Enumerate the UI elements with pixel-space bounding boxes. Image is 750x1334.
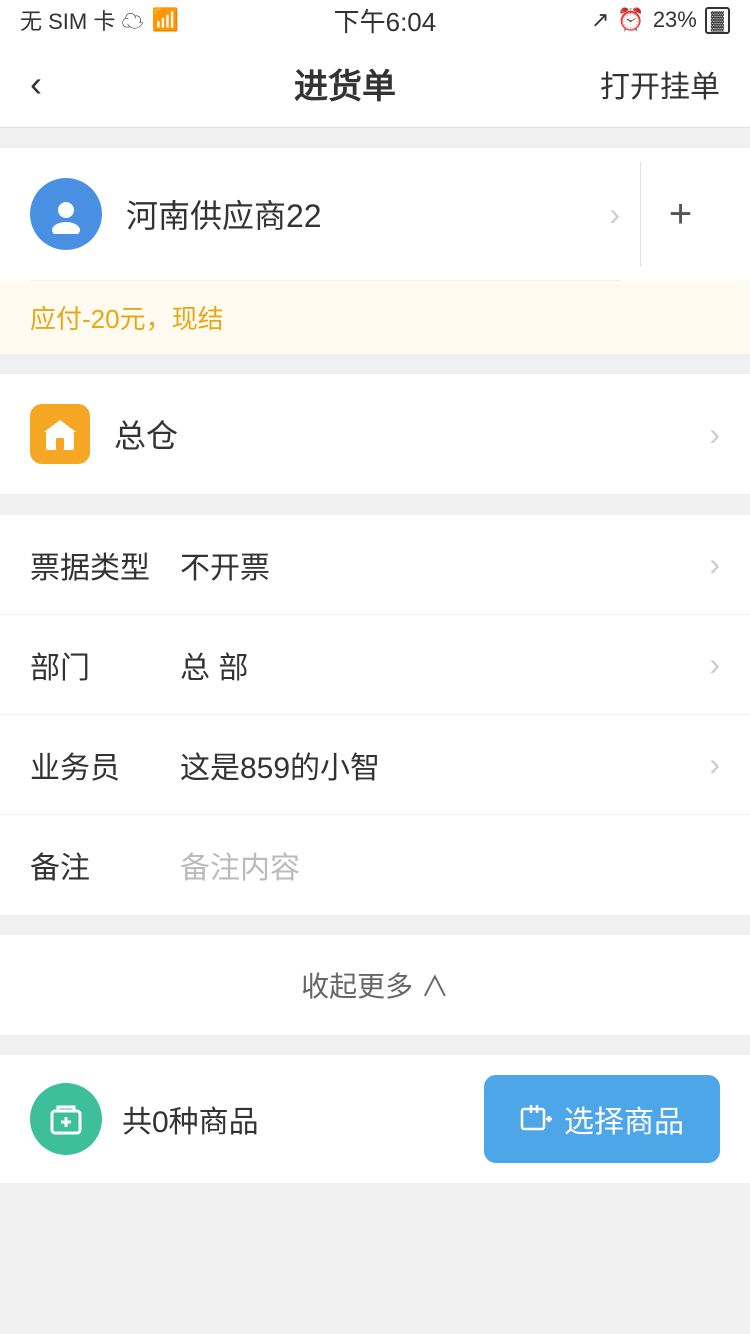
supplier-name: 河南供应商22 [126,191,599,237]
product-count: 共0种商品 [122,1097,464,1141]
remark-label: 备注 [30,843,170,887]
select-product-label: 选择商品 [564,1097,684,1141]
status-right: ↗ ⏰ 23% ▓ [591,7,730,34]
battery-icon: ▓ [705,7,730,34]
warehouse-name: 总仓 [114,411,699,457]
warehouse-chevron-icon: › [709,416,720,453]
warehouse-row: 总仓 › [30,374,720,494]
select-product-button[interactable]: 选择商品 [484,1075,720,1163]
status-bar: 无 SIM 卡 ☁ 📶 下午6:04 ↗ ⏰ 23% ▓ [0,0,750,40]
add-supplier-button[interactable]: + [640,162,720,267]
nav-bar: ‹ 进货单 打开挂单 [0,40,750,128]
supplier-section: 河南供应商22 › + [0,148,750,281]
department-chevron-icon: › [709,646,720,683]
back-button[interactable]: ‹ [30,63,90,105]
department-row[interactable]: 部门 总 部 › [0,615,750,715]
salesperson-chevron-icon: › [709,746,720,783]
salesperson-row[interactable]: 业务员 这是859的小智 › [0,715,750,815]
open-pending-button[interactable]: 打开挂单 [600,62,720,106]
location-icon: ↗ [591,7,609,33]
sim-text: 无 SIM 卡 ☁ [20,4,143,36]
product-icon-wrap [30,1083,102,1155]
alarm-icon: ⏰ [617,7,644,33]
salesperson-label: 业务员 [30,743,170,787]
section-gap-1 [0,128,750,148]
ticket-type-label: 票据类型 [30,543,170,587]
page-title: 进货单 [294,59,396,108]
bottom-bar: 共0种商品 选择商品 [0,1055,750,1183]
department-value: 总 部 [170,643,699,687]
status-left: 无 SIM 卡 ☁ 📶 [20,4,179,36]
ticket-type-value: 不开票 [170,543,699,587]
collapse-text: 收起更多 ∧ [301,965,449,1005]
remark-input[interactable]: 备注内容 [170,843,720,887]
ticket-type-row[interactable]: 票据类型 不开票 › [0,515,750,615]
warehouse-section[interactable]: 总仓 › [0,374,750,495]
supplier-chevron-icon: › [609,196,620,233]
status-time: 下午6:04 [334,2,437,39]
supplier-row[interactable]: 河南供应商22 › [30,148,620,281]
form-section: 票据类型 不开票 › 部门 总 部 › 业务员 这是859的小智 › 备注 备注… [0,515,750,915]
salesperson-value: 这是859的小智 [170,743,699,787]
supplier-avatar [30,178,102,250]
battery-text: 23% [653,7,697,33]
wifi-icon: 📶 [151,7,178,33]
department-label: 部门 [30,643,170,687]
remark-row[interactable]: 备注 备注内容 [0,815,750,915]
notice-bar: 应付-20元，现结 [0,281,750,354]
ticket-type-chevron-icon: › [709,546,720,583]
warehouse-icon [30,404,90,464]
collapse-section[interactable]: 收起更多 ∧ [0,935,750,1035]
